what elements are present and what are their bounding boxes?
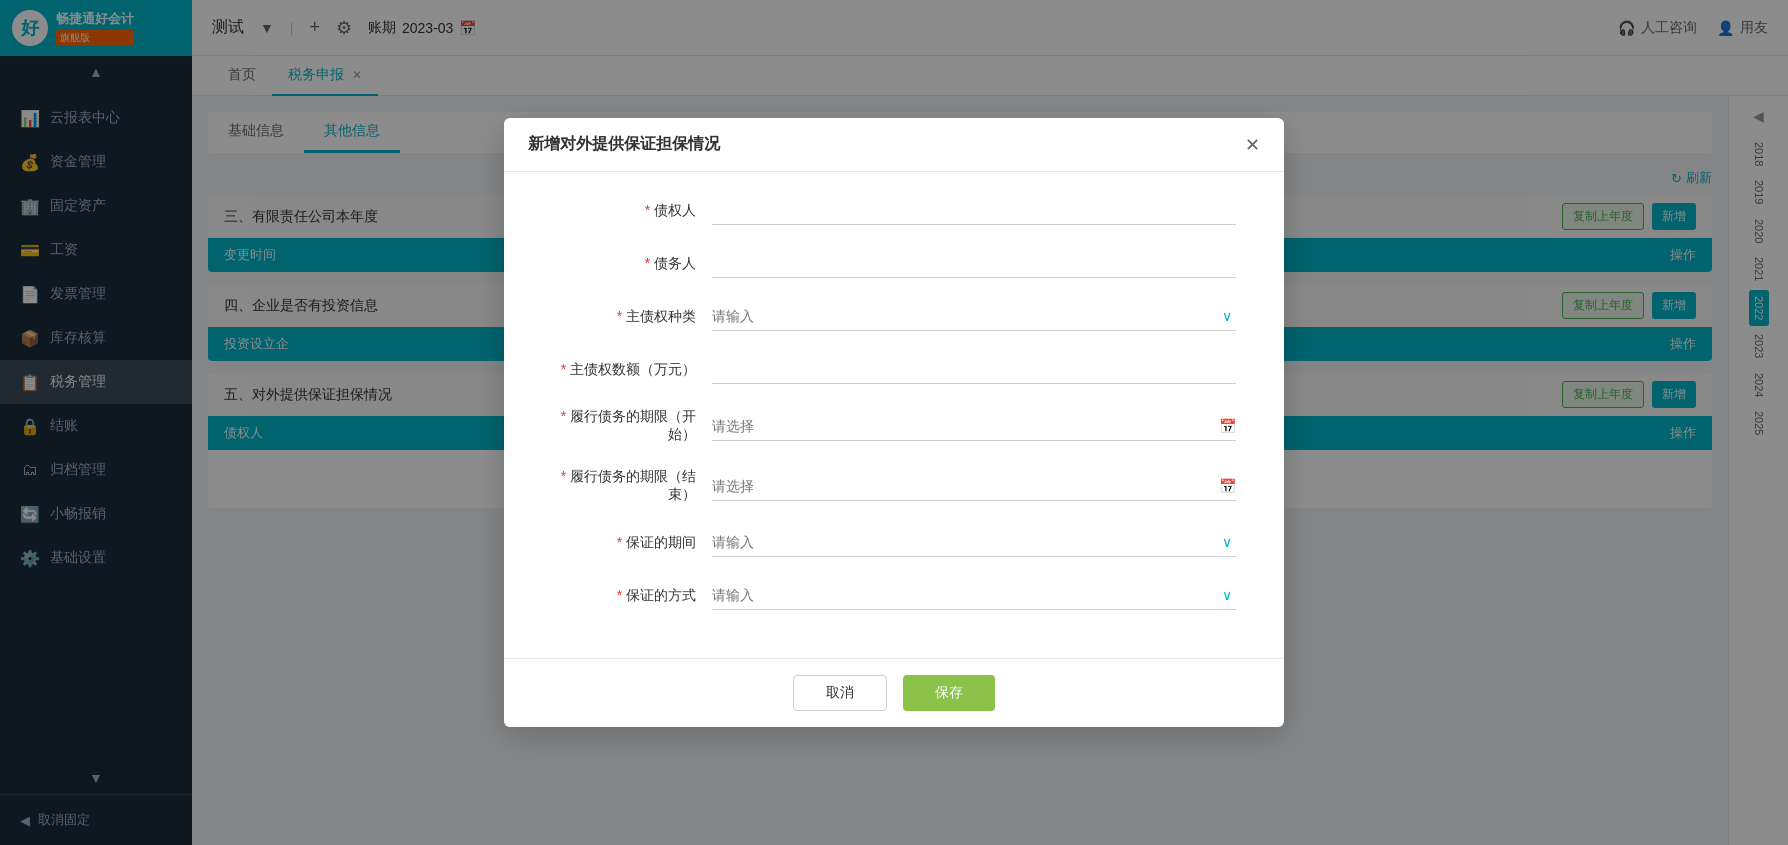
creditor-input[interactable] (712, 196, 1236, 225)
form-row-guarantee-method: * 保证的方式 ∨ (552, 581, 1236, 610)
dialog-overlay[interactable]: 新增对外提供保证担保情况 ✕ * 债权人 * 债务人 (0, 0, 1788, 845)
debt-end-date-wrap: 📅 (712, 472, 1236, 501)
debtor-input[interactable] (712, 249, 1236, 278)
creditor-type-label: * 主债权种类 (552, 308, 712, 326)
debtor-label: * 债务人 (552, 255, 712, 273)
guarantee-period-arrow-icon[interactable]: ∨ (1218, 534, 1236, 550)
creditor-type-input[interactable] (712, 302, 1218, 330)
debt-start-input[interactable] (712, 412, 1219, 440)
dialog-title: 新增对外提供保证担保情况 (528, 134, 720, 155)
guarantee-period-input[interactable] (712, 528, 1218, 556)
debt-end-input[interactable] (712, 472, 1219, 500)
creditor-amount-label: * 主债权数额（万元） (552, 361, 712, 379)
guarantee-period-label: * 保证的期间 (552, 534, 712, 552)
dialog: 新增对外提供保证担保情况 ✕ * 债权人 * 债务人 (504, 118, 1284, 727)
dialog-footer: 取消 保存 (504, 658, 1284, 727)
creditor-amount-input[interactable] (712, 355, 1236, 384)
debt-start-calendar-icon[interactable]: 📅 (1219, 418, 1236, 434)
form-row-creditor-amount: * 主债权数额（万元） (552, 355, 1236, 384)
guarantee-method-input[interactable] (712, 581, 1218, 609)
guarantee-method-select-wrap: ∨ (712, 581, 1236, 610)
dialog-header: 新增对外提供保证担保情况 ✕ (504, 118, 1284, 172)
form-row-creditor-type: * 主债权种类 ∨ (552, 302, 1236, 331)
cancel-button[interactable]: 取消 (793, 675, 887, 711)
debt-start-date-wrap: 📅 (712, 412, 1236, 441)
dialog-close-btn[interactable]: ✕ (1245, 136, 1260, 154)
creditor-label: * 债权人 (552, 202, 712, 220)
debt-start-label: * 履行债务的期限（开始） (552, 408, 712, 444)
creditor-type-select-wrap: ∨ (712, 302, 1236, 331)
form-row-guarantee-period: * 保证的期间 ∨ (552, 528, 1236, 557)
save-button[interactable]: 保存 (903, 675, 995, 711)
form-row-creditor: * 债权人 (552, 196, 1236, 225)
guarantee-method-label: * 保证的方式 (552, 587, 712, 605)
form-row-debtor: * 债务人 (552, 249, 1236, 278)
guarantee-method-arrow-icon[interactable]: ∨ (1218, 587, 1236, 603)
debt-end-label: * 履行债务的期限（结束） (552, 468, 712, 504)
debt-end-calendar-icon[interactable]: 📅 (1219, 478, 1236, 494)
creditor-type-arrow-icon[interactable]: ∨ (1218, 308, 1236, 324)
form-row-debt-start: * 履行债务的期限（开始） 📅 (552, 408, 1236, 444)
dialog-body: * 债权人 * 债务人 * 主债权种类 (504, 172, 1284, 658)
form-row-debt-end: * 履行债务的期限（结束） 📅 (552, 468, 1236, 504)
guarantee-period-select-wrap: ∨ (712, 528, 1236, 557)
